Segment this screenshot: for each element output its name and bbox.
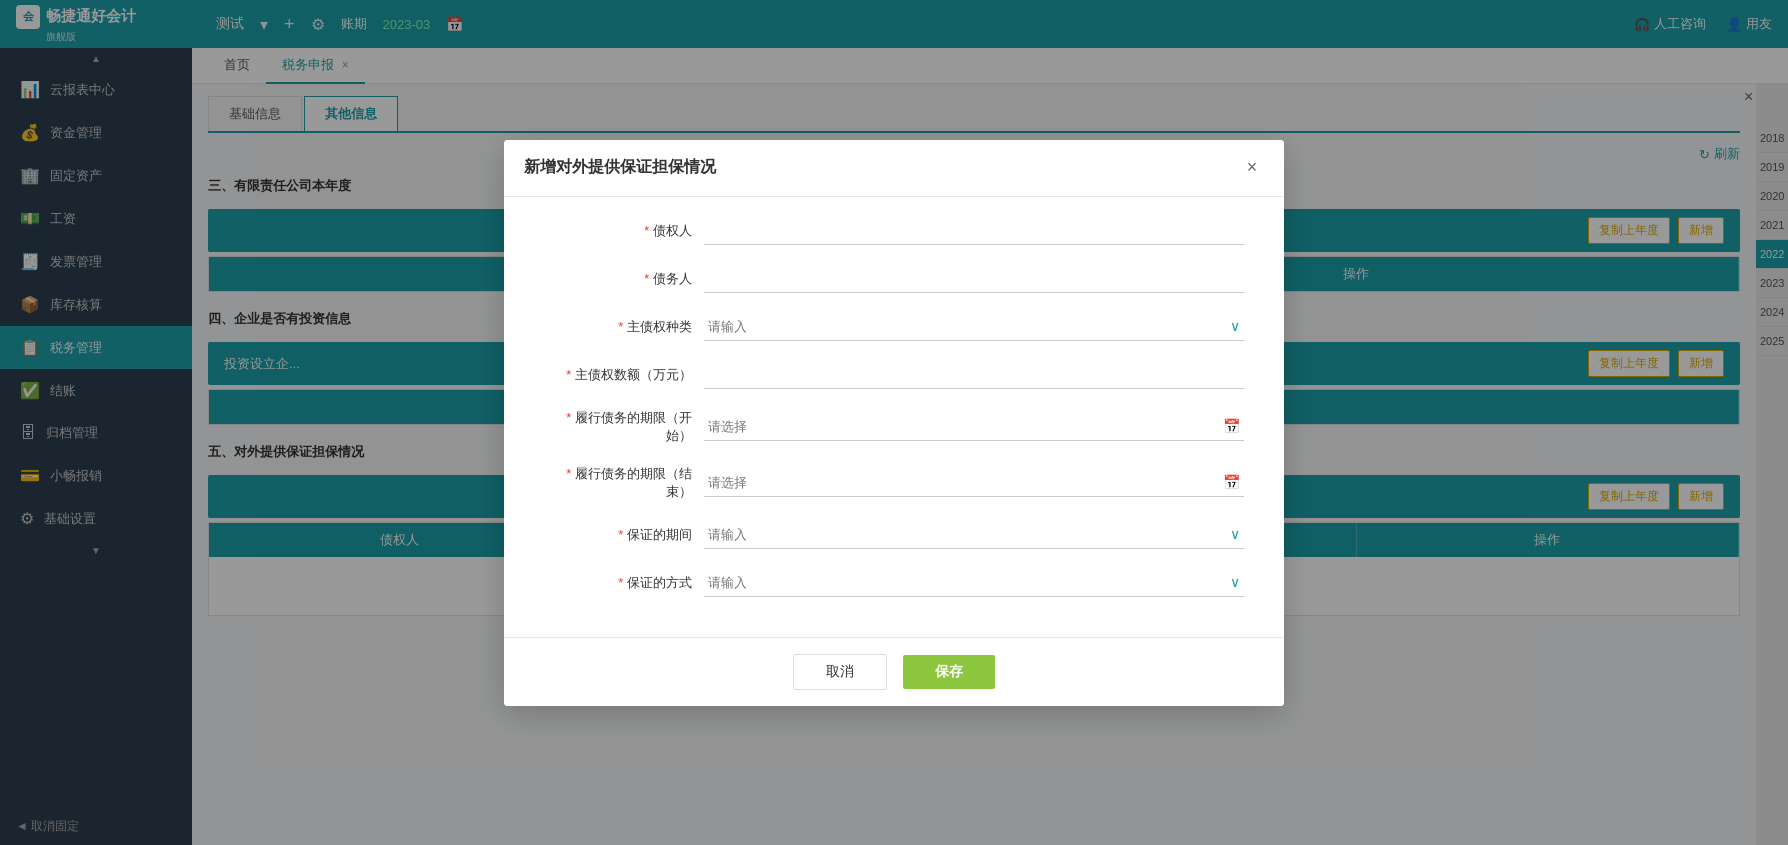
required-star-debtor: *: [644, 271, 649, 286]
modal-footer: 取消 保存: [504, 637, 1284, 706]
date-start-input[interactable]: [704, 413, 1223, 440]
input-claimamount[interactable]: [704, 361, 1244, 389]
select-claimtype[interactable]: [704, 313, 1230, 340]
cancel-button[interactable]: 取消: [793, 654, 887, 690]
label-guarantee-period: * 保证的期间: [544, 526, 704, 544]
label-claimtype: * 主债权种类: [544, 318, 704, 336]
select-guarantee-period-wrapper: ∨: [704, 521, 1244, 549]
modal-overlay: 新增对外提供保证担保情况 × * 债权人 * 债务人: [0, 0, 1788, 845]
label-claimamount: * 主债权数额（万元）: [544, 366, 704, 384]
chevron-down-icon-claimtype[interactable]: ∨: [1230, 318, 1244, 334]
modal-header: 新增对外提供保证担保情况 ×: [504, 140, 1284, 197]
form-row-claimamount: * 主债权数额（万元）: [544, 361, 1244, 389]
required-star-guarantee-period: *: [618, 527, 623, 542]
date-start-wrapper: 📅: [704, 413, 1244, 441]
modal-close-button[interactable]: ×: [1240, 156, 1264, 180]
select-claimtype-wrapper: ∨: [704, 313, 1244, 341]
modal-title: 新增对外提供保证担保情况: [524, 157, 716, 178]
label-guarantee-method: * 保证的方式: [544, 574, 704, 592]
select-guarantee-method[interactable]: [704, 569, 1230, 596]
required-star-oblig-end: *: [566, 466, 571, 481]
form-row-oblig-start: * 履行债务的期限（开始） 📅: [544, 409, 1244, 445]
form-row-oblig-end: * 履行债务的期限（结束） 📅: [544, 465, 1244, 501]
form-row-claimtype: * 主债权种类 ∨: [544, 313, 1244, 341]
chevron-down-icon-guarantee-method[interactable]: ∨: [1230, 574, 1244, 590]
form-row-guarantee-period: * 保证的期间 ∨: [544, 521, 1244, 549]
label-oblig-start: * 履行债务的期限（开始）: [544, 409, 704, 445]
calendar-icon-start[interactable]: 📅: [1223, 418, 1244, 434]
label-debtor: * 债务人: [544, 270, 704, 288]
label-oblig-end: * 履行债务的期限（结束）: [544, 465, 704, 501]
chevron-down-icon-guarantee-period[interactable]: ∨: [1230, 526, 1244, 542]
date-end-wrapper: 📅: [704, 469, 1244, 497]
required-star-claimtype: *: [618, 319, 623, 334]
required-star-claimamount: *: [566, 367, 571, 382]
input-creditor[interactable]: [704, 217, 1244, 245]
form-row-creditor: * 债权人: [544, 217, 1244, 245]
select-guarantee-method-wrapper: ∨: [704, 569, 1244, 597]
save-button[interactable]: 保存: [903, 655, 995, 689]
required-star-creditor: *: [644, 223, 649, 238]
calendar-icon-end[interactable]: 📅: [1223, 474, 1244, 490]
form-row-debtor: * 债务人: [544, 265, 1244, 293]
modal-body: * 债权人 * 债务人 * 主债权种类: [504, 197, 1284, 637]
label-creditor: * 债权人: [544, 222, 704, 240]
date-end-input[interactable]: [704, 469, 1223, 496]
form-row-guarantee-method: * 保证的方式 ∨: [544, 569, 1244, 597]
modal-dialog: 新增对外提供保证担保情况 × * 债权人 * 债务人: [504, 140, 1284, 706]
select-guarantee-period[interactable]: [704, 521, 1230, 548]
required-star-guarantee-method: *: [618, 575, 623, 590]
required-star-oblig-start: *: [566, 410, 571, 425]
input-debtor[interactable]: [704, 265, 1244, 293]
